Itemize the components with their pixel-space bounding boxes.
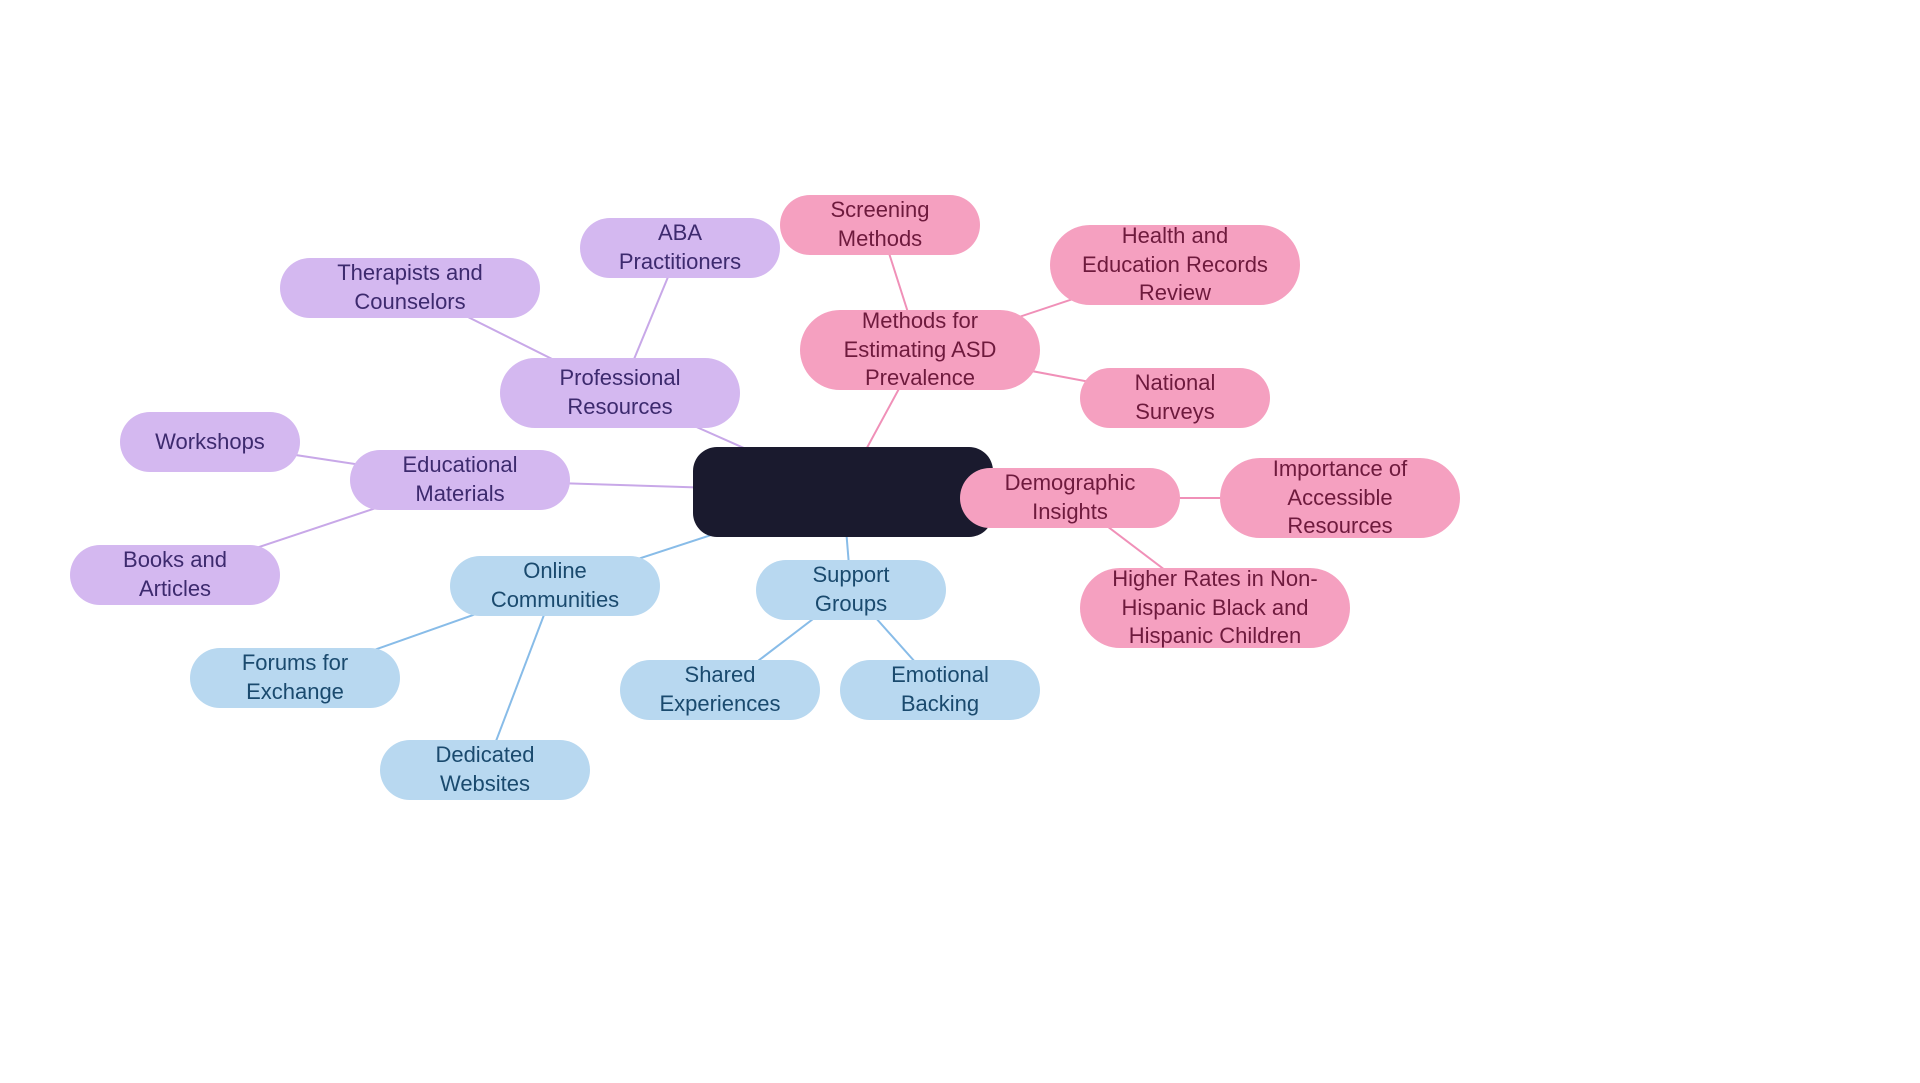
shared-experiences-node: Shared Experiences [620, 660, 820, 720]
books-articles-node: Books and Articles [70, 545, 280, 605]
health-education-node: Health and Education Records Review [1050, 225, 1300, 305]
educational-materials-node: Educational Materials [350, 450, 570, 510]
aba-practitioners-node: ABA Practitioners [580, 218, 780, 278]
demographic-insights-node: Demographic Insights [960, 468, 1180, 528]
higher-rates-node: Higher Rates in Non-Hispanic Black and H… [1080, 568, 1350, 648]
support-groups-node: Support Groups [756, 560, 946, 620]
emotional-backing-node: Emotional Backing [840, 660, 1040, 720]
importance-accessible-node: Importance of Accessible Resources [1220, 458, 1460, 538]
national-surveys-node: National Surveys [1080, 368, 1270, 428]
workshops-node: Workshops [120, 412, 300, 472]
screening-methods-node: Screening Methods [780, 195, 980, 255]
methods-estimating-node: Methods for Estimating ASD Prevalence [800, 310, 1040, 390]
professional-resources-node: Professional Resources [500, 358, 740, 428]
forums-exchange-node: Forums for Exchange [190, 648, 400, 708]
online-communities-node: Online Communities [450, 556, 660, 616]
dedicated-websites-node: Dedicated Websites [380, 740, 590, 800]
therapists-counselors-node: Therapists and Counselors [280, 258, 540, 318]
center-node [693, 447, 993, 537]
